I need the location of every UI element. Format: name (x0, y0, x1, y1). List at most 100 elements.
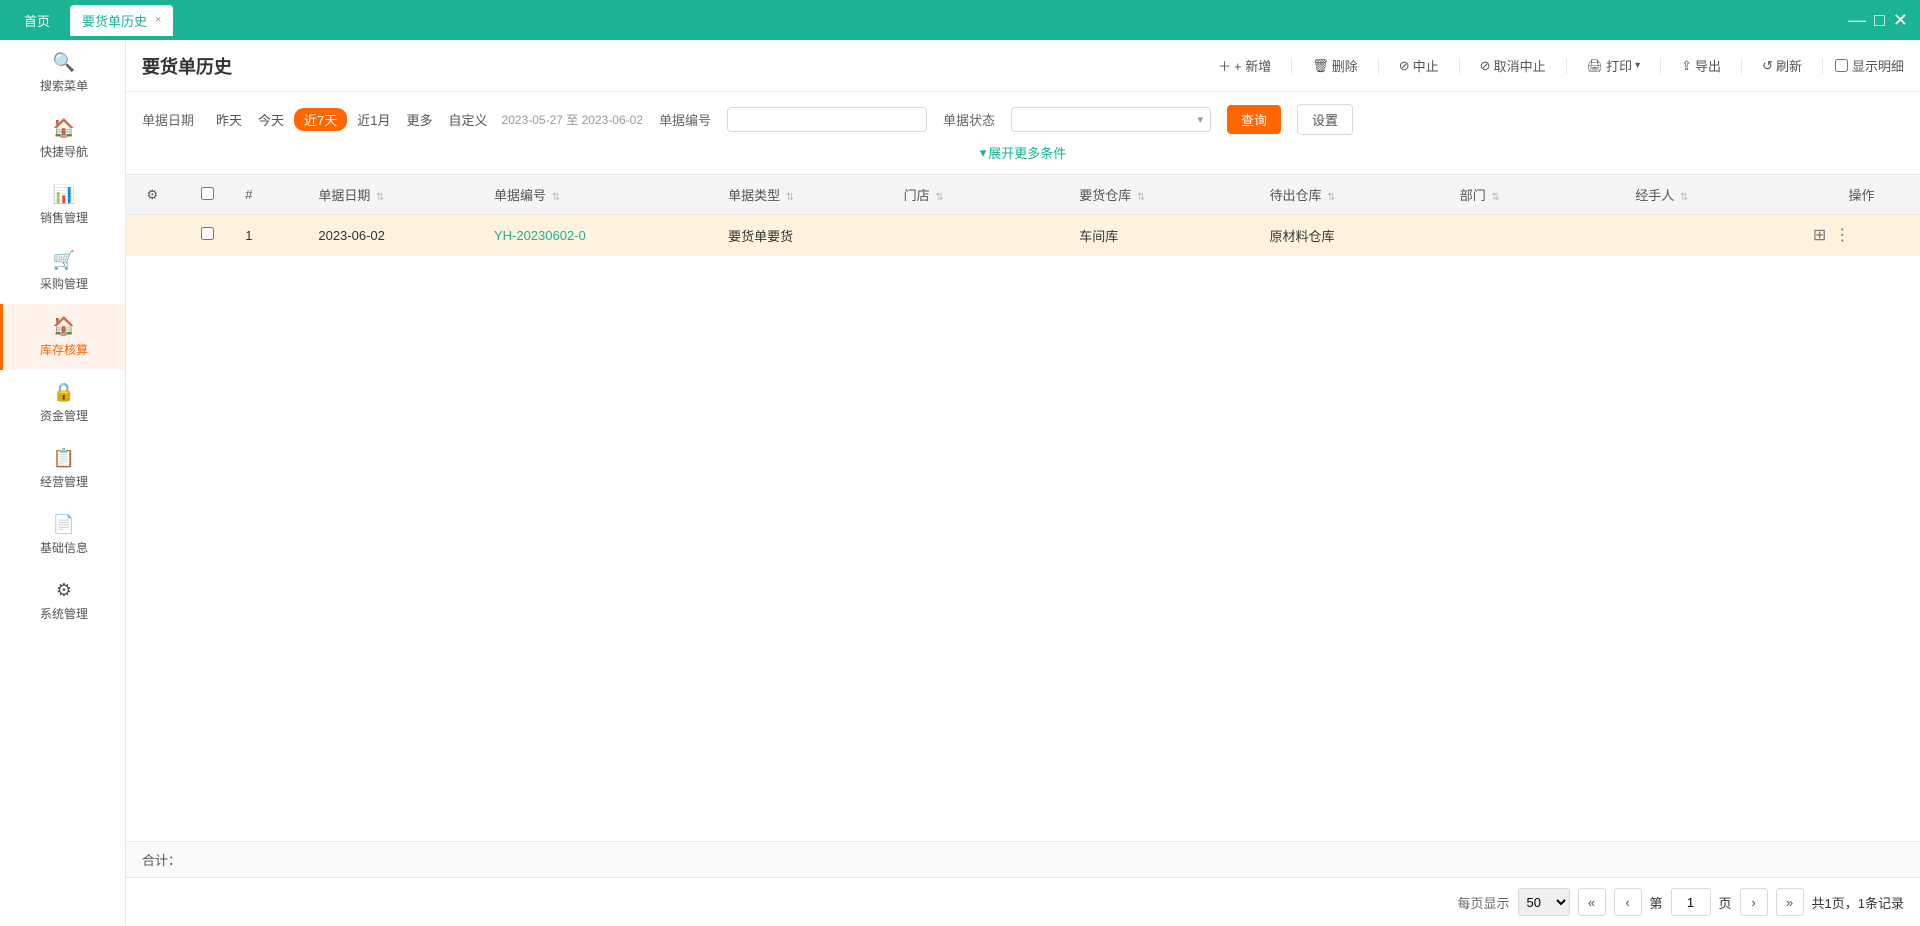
sort-icon-type: ⇅ (786, 192, 794, 203)
page-input[interactable] (1671, 888, 1711, 916)
date-btn-more[interactable]: 更多 (401, 108, 439, 131)
export-button[interactable]: ⇪ 导出 (1673, 52, 1729, 79)
sidebar: 🔍 搜索菜单 🏠 快捷导航 📊 销售管理 🛒 采购管理 🏠 库存核算 🔒 资金管… (0, 40, 126, 926)
date-btn-custom[interactable]: 自定义 (443, 108, 494, 131)
refresh-button[interactable]: ↺ 刷新 (1754, 52, 1810, 79)
stop-button[interactable]: ⊘ 中止 (1391, 52, 1447, 79)
inventory-icon: 🏠 (53, 316, 75, 337)
settings-button[interactable]: 设置 (1297, 104, 1353, 135)
divider4 (1566, 58, 1567, 74)
divider (1291, 58, 1292, 74)
expand-more-button[interactable]: ▾ 展开更多条件 (980, 143, 1067, 162)
basic-icon: 📄 (53, 514, 75, 535)
divider7 (1822, 58, 1823, 74)
row-store (896, 215, 1072, 256)
status-label: 单据状态 (943, 110, 995, 129)
close-tab-icon[interactable]: × (155, 14, 161, 26)
per-page-select[interactable]: 20 50 100 200 (1518, 888, 1570, 916)
add-button[interactable]: ＋ + 新增 (1210, 52, 1279, 79)
pagination: 每页显示 20 50 100 200 « ‹ 第 页 › » 共1页，1条记录 (126, 877, 1920, 926)
th-handler[interactable]: 经手人 ⇅ (1627, 175, 1803, 215)
row-more-button[interactable]: ⋮ (1832, 223, 1852, 247)
th-pending-wh[interactable]: 待出仓库 ⇅ (1261, 175, 1451, 215)
expand-more-row: ▾ 展开更多条件 (142, 143, 1904, 162)
th-num: # (237, 175, 310, 215)
status-select[interactable] (1011, 107, 1211, 132)
sidebar-item-inventory[interactable]: 🏠 库存核算 (0, 304, 125, 370)
row-dept (1452, 215, 1628, 256)
sort-icon-date: ⇅ (376, 192, 384, 203)
cancel-stop-button[interactable]: ⊘ 取消中止 (1472, 52, 1554, 79)
th-dept[interactable]: 部门 ⇅ (1452, 175, 1628, 215)
sidebar-item-basic[interactable]: 📄 基础信息 (0, 502, 125, 568)
sidebar-item-sales[interactable]: 📊 销售管理 (0, 172, 125, 238)
next-page-button[interactable]: › (1740, 888, 1768, 916)
select-all-checkbox[interactable] (201, 187, 214, 200)
date-btn-1month[interactable]: 近1月 (351, 108, 396, 131)
search-icon: 🔍 (53, 52, 75, 73)
order-no-label: 单据编号 (659, 110, 711, 129)
row-date: 2023-06-02 (310, 215, 486, 256)
window-controls: — □ ✕ (1848, 10, 1908, 31)
row-code-link[interactable]: YH-20230602-0 (494, 228, 586, 243)
date-btn-7days[interactable]: 近7天 (294, 108, 347, 131)
prev-page-button[interactable]: ‹ (1614, 888, 1642, 916)
divider6 (1741, 58, 1742, 74)
delete-icon: 🗑 (1312, 58, 1329, 74)
window-min-icon[interactable]: — (1848, 10, 1866, 31)
data-table: ⚙ # 单据日期 ⇅ 单据编号 ⇅ (126, 175, 1920, 256)
row-type: 要货单要货 (720, 215, 896, 256)
th-date[interactable]: 单据日期 ⇅ (310, 175, 486, 215)
table-wrapper: ⚙ # 单据日期 ⇅ 单据编号 ⇅ (126, 175, 1920, 841)
row-settings (126, 215, 179, 256)
show-detail-toggle[interactable]: 显示明细 (1835, 56, 1904, 75)
window-max-icon[interactable]: □ (1874, 10, 1885, 31)
date-btn-today[interactable]: 今天 (252, 108, 290, 131)
sidebar-item-search[interactable]: 🔍 搜索菜单 (0, 40, 125, 106)
sidebar-item-finance[interactable]: 🔒 资金管理 (0, 370, 125, 436)
order-no-input[interactable] (727, 107, 927, 132)
row-checkbox-cell[interactable] (179, 215, 238, 256)
row-num: 1 (237, 215, 310, 256)
row-checkbox[interactable] (201, 227, 214, 240)
sidebar-item-shortcut[interactable]: 🏠 快捷导航 (0, 106, 125, 172)
header-actions: ＋ + 新增 🗑 删除 ⊘ 中止 ⊘ 取消中止 (1210, 52, 1904, 79)
th-checkbox[interactable] (179, 175, 238, 215)
sort-icon-handler: ⇅ (1680, 192, 1688, 203)
th-type[interactable]: 单据类型 ⇅ (720, 175, 896, 215)
sidebar-item-system[interactable]: ⚙ 系统管理 (0, 568, 125, 634)
tab-history[interactable]: 要货单历史 × (70, 5, 173, 36)
window-close-icon[interactable]: ✕ (1893, 10, 1908, 31)
page-label: 第 (1650, 893, 1663, 912)
sidebar-item-operations[interactable]: 📋 经营管理 (0, 436, 125, 502)
th-code[interactable]: 单据编号 ⇅ (486, 175, 720, 215)
sort-icon-code: ⇅ (552, 192, 560, 203)
th-actions: 操作 (1803, 175, 1920, 215)
sort-icon-store: ⇅ (935, 192, 943, 203)
date-label: 单据日期 (142, 110, 194, 129)
first-page-button[interactable]: « (1578, 888, 1606, 916)
date-btn-yesterday[interactable]: 昨天 (210, 108, 248, 131)
row-req-wh: 车间库 (1071, 215, 1261, 256)
date-range: 2023-05-27 至 2023-06-02 (502, 111, 643, 128)
sidebar-item-purchase[interactable]: 🛒 采购管理 (0, 238, 125, 304)
row-actions-cell: ⊞ ⋮ (1803, 215, 1920, 256)
th-settings[interactable]: ⚙ (126, 175, 179, 215)
last-page-button[interactable]: » (1776, 888, 1804, 916)
th-store[interactable]: 门店 ⇅ (896, 175, 1072, 215)
print-chevron-icon: ▾ (1635, 60, 1640, 71)
row-code: YH-20230602-0 (486, 215, 720, 256)
tab-home[interactable]: 首页 (12, 5, 62, 36)
table-footer: 合计： (126, 841, 1920, 877)
row-edit-button[interactable]: ⊞ (1811, 223, 1828, 247)
divider2 (1378, 58, 1379, 74)
home-icon: 🏠 (53, 118, 75, 139)
per-page-label: 每页显示 (1457, 893, 1509, 912)
query-button[interactable]: 查询 (1227, 105, 1281, 134)
show-detail-checkbox[interactable] (1835, 59, 1848, 72)
print-button[interactable]: 🖨 打印 ▾ (1579, 52, 1649, 79)
purchase-icon: 🛒 (53, 250, 75, 271)
total-info: 共1页，1条记录 (1812, 893, 1904, 912)
th-req-wh[interactable]: 要货仓库 ⇅ (1071, 175, 1261, 215)
delete-button[interactable]: 🗑 删除 (1304, 52, 1366, 79)
